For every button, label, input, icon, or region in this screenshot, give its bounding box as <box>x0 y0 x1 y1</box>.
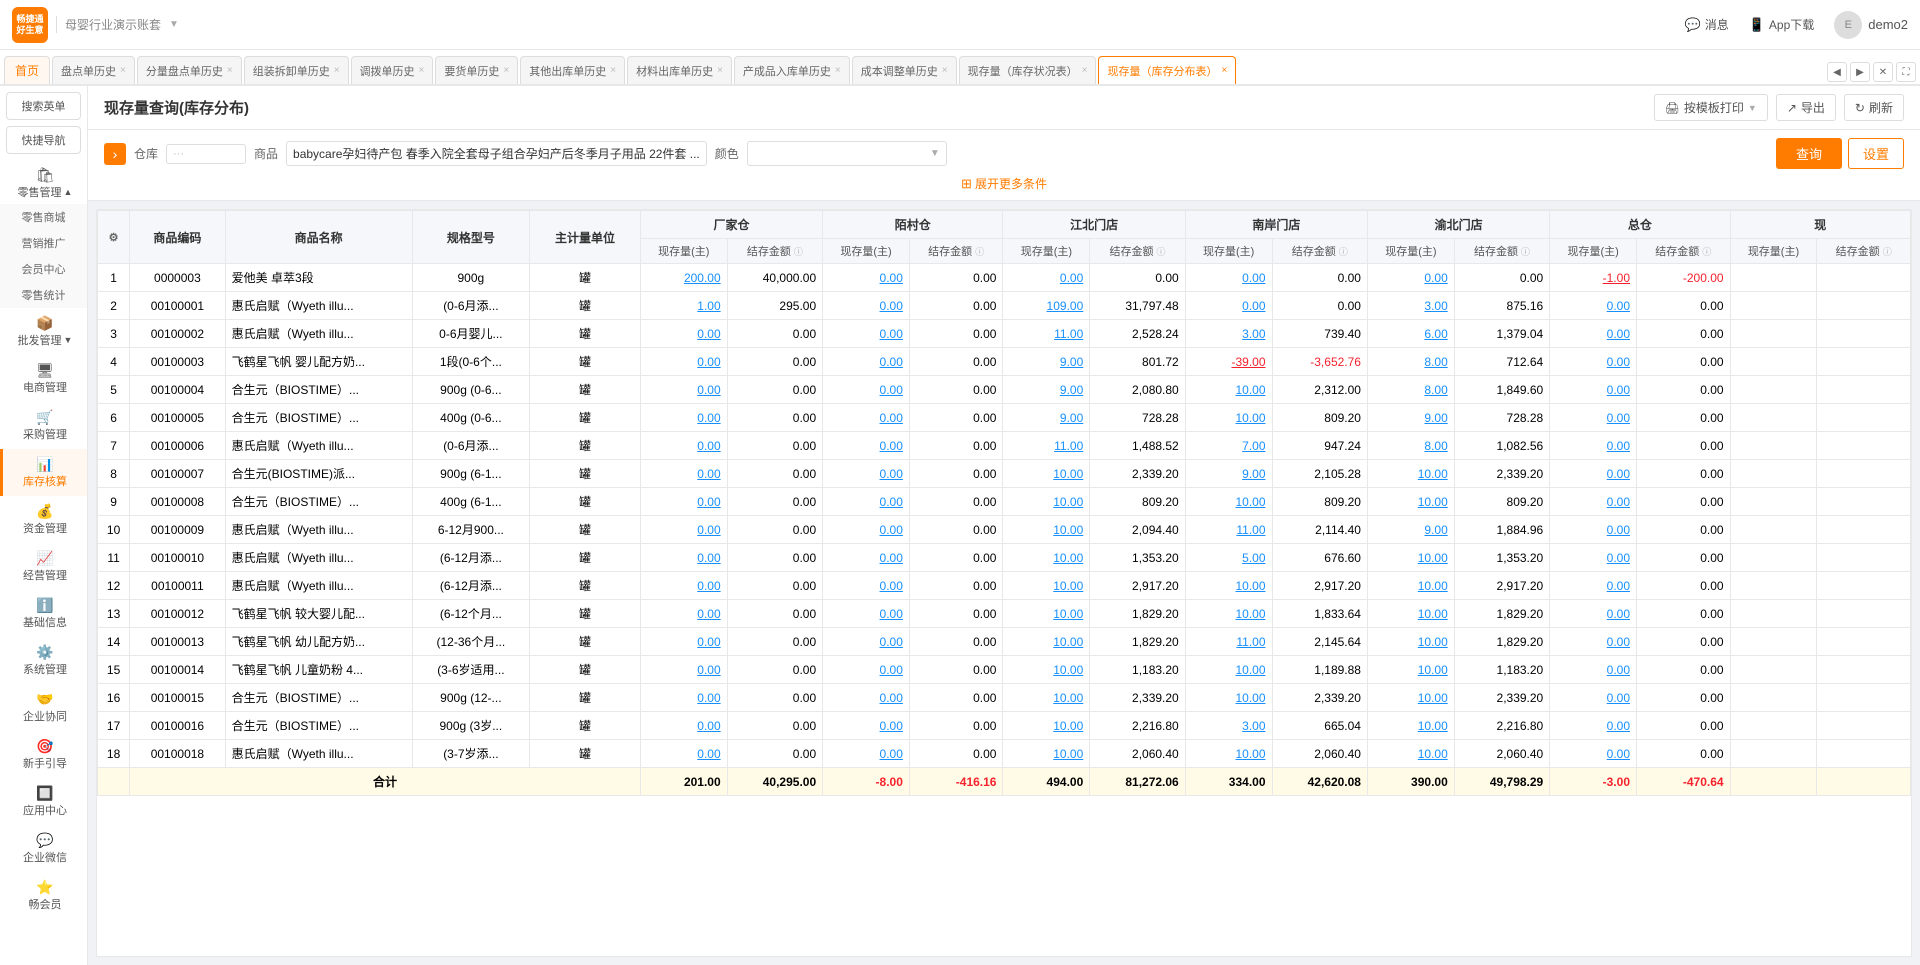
table-row: 15 00100014 飞鹤星飞帆 儿童奶粉 4... (3-6岁适用... 罐… <box>98 656 1911 684</box>
tab-7[interactable]: 材料出库单历史 × <box>627 56 732 84</box>
tab-prev-btn[interactable]: ◀ <box>1827 62 1847 82</box>
sidebar-item-ops[interactable]: 📈 经营管理 <box>0 543 87 590</box>
message-btn[interactable]: 💬 消息 <box>1685 16 1729 33</box>
export-btn[interactable]: ↗ 导出 <box>1776 94 1836 121</box>
sidebar-item-apps[interactable]: 🔲 应用中心 <box>0 778 87 825</box>
table-row: 12 00100011 惠氏启赋（Wyeth illu... (6-12月添..… <box>98 572 1911 600</box>
dropdown-arrow[interactable]: ▼ <box>169 19 179 30</box>
tab-3[interactable]: 组装拆卸单历史 × <box>244 56 349 84</box>
user-info[interactable]: E demo2 <box>1834 11 1908 39</box>
col-unit-header: 主计量单位 <box>530 211 641 264</box>
tab-1[interactable]: 盘点单历史 × <box>52 56 135 84</box>
total-row: 合计 201.00 40,295.00 -8.00 -416.16 494.00… <box>98 768 1911 796</box>
table-row: 16 00100015 合生元（BIOSTIME）... 900g (12-..… <box>98 684 1911 712</box>
tab-9[interactable]: 成本调整单历史 × <box>852 56 957 84</box>
col-yubei-header: 渝北门店 <box>1367 211 1549 239</box>
warehouse-input[interactable]: ··· <box>166 144 246 164</box>
table-row: 14 00100013 飞鹤星飞帆 幼儿配方奶... (12-36个月... 罐… <box>98 628 1911 656</box>
user-name: demo2 <box>1868 17 1908 32</box>
logo-icon: 畅捷通好生意 <box>12 7 48 43</box>
col-total-header: 总仓 <box>1550 211 1730 239</box>
product-input[interactable]: babycare孕妇待产包 春季入院全套母子组合孕妇产后冬季月子用品 22件套 … <box>286 141 707 166</box>
user-avatar: E <box>1834 11 1862 39</box>
expand-more-btn[interactable]: ⊞ 展开更多条件 <box>961 175 1047 192</box>
sidebar-item-retail[interactable]: 🛍 零售管理 ▲ <box>0 158 87 204</box>
col-mocun-header: 陌村仓 <box>823 211 1003 239</box>
table-row: 1 0000003 爱他美 卓萃3段 900g 罐 200.00 40,000.… <box>98 264 1911 292</box>
quick-nav-btn[interactable]: 快捷导航 <box>6 126 81 154</box>
sidebar-item-guide[interactable]: 🎯 新手引导 <box>0 731 87 778</box>
sidebar-item-finance[interactable]: 💰 资金管理 <box>0 496 87 543</box>
sidebar-item-member[interactable]: 会员中心 <box>0 256 87 282</box>
color-input[interactable]: ▼ <box>747 141 947 166</box>
col-spec-header: 规格型号 <box>412 211 530 264</box>
sidebar-item-corp[interactable]: 🤝 企业协同 <box>0 684 87 731</box>
sidebar-item-retail-shop[interactable]: 零售商城 <box>0 204 87 230</box>
tab-2[interactable]: 分量盘点单历史 × <box>137 56 242 84</box>
sidebar-item-wechat[interactable]: 💬 企业微信 <box>0 825 87 872</box>
table-row: 4 00100003 飞鹤星飞帆 婴儿配方奶... 1段(0-6个... 罐 0… <box>98 348 1911 376</box>
sidebar-item-marketing[interactable]: 营销推广 <box>0 230 87 256</box>
tab-close-all-btn[interactable]: ✕ <box>1873 62 1893 82</box>
sidebar-item-ecom[interactable]: 🖥 电商管理 <box>0 355 87 402</box>
table-row: 5 00100004 合生元（BIOSTIME）... 900g (0-6...… <box>98 376 1911 404</box>
print-btn[interactable]: 🖨 按模板打印 ▼ <box>1654 94 1768 121</box>
app-download-btn[interactable]: 📱 App下载 <box>1749 16 1815 33</box>
col-name-header: 商品名称 <box>225 211 412 264</box>
warehouse-label: 仓库 <box>134 145 158 162</box>
color-label: 颜色 <box>715 145 739 162</box>
tab-5[interactable]: 要货单历史 × <box>435 56 518 84</box>
logo-subtitle: 母婴行业演示账套 <box>56 16 161 33</box>
sidebar-item-wholesale[interactable]: 📦 批发管理 ▼ <box>0 308 87 355</box>
data-table: ⚙ 商品编码 商品名称 规格型号 主计量单位 厂家仓 陌村仓 江北门店 南岸门店… <box>97 210 1911 796</box>
sidebar-item-sys[interactable]: ⚙️ 系统管理 <box>0 637 87 684</box>
page-title: 现存量查询(库存分布) <box>104 97 249 118</box>
col-jiangbei-header: 江北门店 <box>1003 211 1185 239</box>
table-row: 11 00100010 惠氏启赋（Wyeth illu... (6-12月添..… <box>98 544 1911 572</box>
sidebar-item-vip[interactable]: ⭐ 畅会员 <box>0 872 87 919</box>
product-label: 商品 <box>254 145 278 162</box>
sidebar-item-inventory[interactable]: 📊 库存核算 <box>0 449 87 496</box>
tab-11-active[interactable]: 现存量（库存分布表） × <box>1098 56 1236 84</box>
sidebar-item-purchase[interactable]: 🛒 采购管理 <box>0 402 87 449</box>
expand-toggle-btn[interactable]: › <box>104 143 126 165</box>
refresh-btn[interactable]: ↻ 刷新 <box>1844 94 1904 121</box>
search-btn[interactable]: 查询 <box>1776 138 1842 169</box>
search-single-btn[interactable]: 搜索英单 <box>6 92 81 120</box>
table-row: 18 00100018 惠氏启赋（Wyeth illu... (3-7岁添...… <box>98 740 1911 768</box>
tab-6[interactable]: 其他出库单历史 × <box>520 56 625 84</box>
table-row: 9 00100008 合生元（BIOSTIME）... 400g (6-1...… <box>98 488 1911 516</box>
sidebar-item-retail-stat[interactable]: 零售统计 <box>0 282 87 308</box>
table-row: 13 00100012 飞鹤星飞帆 较大婴儿配... (6-12个月... 罐 … <box>98 600 1911 628</box>
table-row: 2 00100001 惠氏启赋（Wyeth illu... (0-6月添... … <box>98 292 1911 320</box>
col-factory-header: 厂家仓 <box>640 211 822 239</box>
tab-10[interactable]: 现存量（库存状况表） × <box>959 56 1097 84</box>
tab-home[interactable]: 首页 <box>4 56 50 84</box>
tab-next-btn[interactable]: ▶ <box>1850 62 1870 82</box>
tab-4[interactable]: 调拨单历史 × <box>351 56 434 84</box>
col-nanan-header: 南岸门店 <box>1185 211 1367 239</box>
sidebar-item-basic[interactable]: ℹ️ 基础信息 <box>0 590 87 637</box>
tab-expand-btn[interactable]: ⛶ <box>1896 62 1916 82</box>
setting-btn[interactable]: 设置 <box>1848 138 1904 169</box>
table-row: 3 00100002 惠氏启赋（Wyeth illu... 0-6月婴儿... … <box>98 320 1911 348</box>
table-row: 6 00100005 合生元（BIOSTIME）... 400g (0-6...… <box>98 404 1911 432</box>
col-code-header: 商品编码 <box>130 211 225 264</box>
table-row: 7 00100006 惠氏启赋（Wyeth illu... (0-6月添... … <box>98 432 1911 460</box>
col-current-header: 现 <box>1730 211 1910 239</box>
table-row: 8 00100007 合生元(BIOSTIME)派... 900g (6-1..… <box>98 460 1911 488</box>
table-row: 17 00100016 合生元（BIOSTIME）... 900g (3岁...… <box>98 712 1911 740</box>
table-row: 10 00100009 惠氏启赋（Wyeth illu... 6-12月900.… <box>98 516 1911 544</box>
tab-8[interactable]: 产成品入库单历史 × <box>734 56 850 84</box>
col-settings[interactable]: ⚙ <box>98 211 130 264</box>
